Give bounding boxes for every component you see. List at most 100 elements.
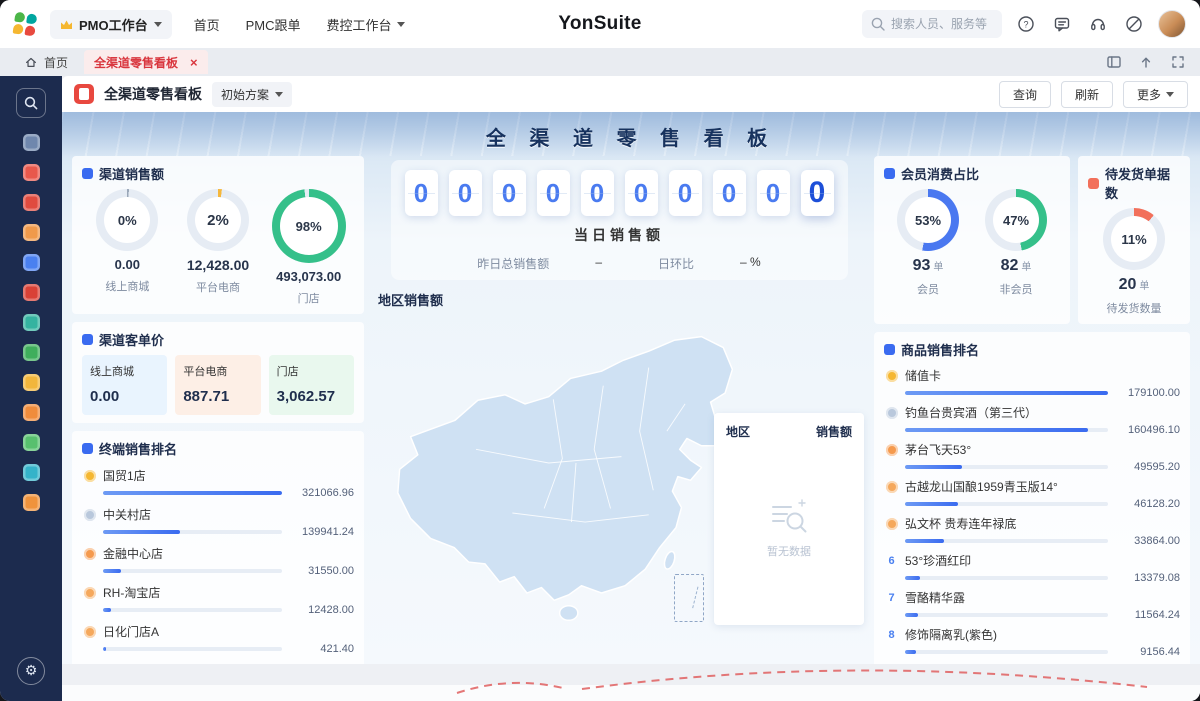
medal-icon — [885, 517, 898, 530]
user-avatar[interactable] — [1158, 10, 1186, 38]
sidebar-app-icon[interactable] — [22, 254, 40, 271]
gauge-label: 会员 — [917, 284, 939, 296]
rank-name: 53°珍酒红印 — [905, 554, 972, 568]
sidebar-app-icon[interactable] — [22, 134, 40, 151]
gauge-percent: 11% — [1121, 231, 1147, 247]
medal-icon — [885, 480, 898, 493]
sidebar-app-icon[interactable] — [22, 464, 40, 481]
bar-fill — [905, 539, 944, 543]
region-sales-title: 地区销售额 — [378, 293, 444, 308]
sidebar-search-icon[interactable] — [16, 88, 46, 118]
bar-fill — [905, 576, 921, 580]
topbar: PMO工作台 首页 PMC跟单 费控工作台 YonSuite ? — [0, 0, 1200, 48]
bar-fill — [905, 428, 1088, 432]
close-tab-icon[interactable]: × — [190, 56, 198, 69]
product-rank-list: 储值卡 179100.00 钓鱼台贵宾酒（第三代） 160496.10 茅台飞天… — [884, 365, 1180, 664]
rank-value: 31550.00 — [308, 565, 354, 577]
sidebar-app-icon[interactable] — [22, 374, 40, 391]
logo-dot — [14, 11, 26, 23]
gauge-count: 82 单 — [1000, 257, 1032, 274]
bar-track — [905, 428, 1108, 432]
sidebar-app-icon[interactable] — [22, 314, 40, 331]
pending-gauge: 11% 20 单 待发货数量 — [1088, 208, 1180, 316]
collapse-panel-icon[interactable] — [1106, 54, 1122, 70]
chevron-down-icon — [1166, 91, 1174, 97]
donut-chart: 2% — [187, 189, 249, 251]
nav-item-home[interactable]: 首页 — [194, 15, 220, 34]
rank-badge — [82, 586, 97, 600]
rank-name: 钓鱼台贵宾酒（第三代） — [905, 406, 1038, 420]
gauge-label: 线上商城 — [105, 281, 150, 293]
sidebar-app-icon[interactable] — [22, 494, 40, 511]
nav-item-expense[interactable]: 费控工作台 — [327, 15, 405, 34]
rank-number: 7 — [888, 591, 895, 604]
sidebar-app-icon[interactable] — [22, 434, 40, 451]
gauge-label: 非会员 — [999, 284, 1033, 296]
rank-name: 金融中心店 — [103, 547, 164, 561]
below-fold-strip — [62, 664, 1200, 701]
channel-gauges: 0% 0.00 线上商城 2% 12,428.00 平台电商 98% 493,0… — [82, 189, 354, 306]
rank-value: 49595.20 — [1134, 461, 1180, 473]
rank-badge: 8 — [884, 628, 899, 642]
feedback-chat-icon[interactable] — [1050, 12, 1074, 36]
topbar-actions: ? — [862, 10, 1186, 38]
logo-dot — [12, 23, 24, 35]
scheme-selector[interactable]: 初始方案 — [212, 81, 293, 107]
panel-icon — [82, 443, 93, 454]
counter-digit: 0 — [448, 170, 482, 216]
sidebar-app-icon[interactable] — [22, 344, 40, 361]
help-icon[interactable]: ? — [1014, 12, 1038, 36]
do-not-disturb-icon[interactable] — [1122, 12, 1146, 36]
bar-fill — [103, 569, 121, 573]
dod-ratio-label: 日环比 — [658, 257, 695, 271]
retail-dashboard: 全 渠 道 零 售 看 板 渠道销售额 0% 0.00 线上商城 2% 12,4… — [62, 112, 1200, 664]
price-card: 线上商城 0.00 — [82, 355, 168, 415]
medal-icon — [83, 469, 96, 482]
yonsuite-logo: YonSuite — [558, 13, 642, 34]
sidebar-app-icon[interactable] — [22, 194, 40, 211]
sidebar-app-icon[interactable] — [22, 404, 40, 421]
more-label: 更多 — [1136, 87, 1161, 102]
rank-name: 储值卡 — [905, 369, 942, 383]
yonyou-logo-icon[interactable] — [12, 11, 38, 37]
bar-fill — [905, 502, 958, 506]
rank-name: 修饰隔离乳(紫色) — [905, 628, 997, 642]
panel-channel-sales: 渠道销售额 0% 0.00 线上商城 2% 12,428.00 平台电商 98%… — [72, 156, 364, 314]
rank-badge — [82, 469, 97, 483]
rank-row: 6 53°珍酒红印 13379.08 — [884, 550, 1180, 587]
counter-label: 当日销售额 — [574, 227, 664, 243]
tab-retail-board[interactable]: 全渠道零售看板 × — [84, 50, 208, 74]
bar-track — [905, 576, 1108, 580]
counter-digit: 0 — [580, 170, 614, 216]
rank-value: 321066.96 — [302, 487, 354, 499]
bar-track — [905, 502, 1108, 506]
query-button[interactable]: 查询 — [998, 80, 1051, 108]
fullscreen-icon[interactable] — [1170, 54, 1186, 70]
chevron-down-icon — [275, 91, 284, 97]
medal-icon — [83, 625, 96, 638]
taiwan-island — [663, 550, 676, 570]
more-button[interactable]: 更多 — [1122, 80, 1188, 108]
rank-value: 9156.44 — [1140, 646, 1180, 658]
workspace-switcher[interactable]: PMO工作台 — [50, 9, 172, 39]
settings-gear-icon[interactable]: ⚙ — [17, 657, 45, 685]
share-up-icon[interactable] — [1138, 54, 1154, 70]
sidebar-app-list — [22, 134, 40, 511]
global-search[interactable] — [862, 10, 1002, 38]
counter-digit: 0 — [668, 170, 702, 216]
price-card-value: 0.00 — [90, 388, 120, 405]
tab-home[interactable]: 首页 — [14, 50, 78, 74]
rank-value: 46128.20 — [1134, 498, 1180, 510]
nav-item-pmc[interactable]: PMC跟单 — [246, 15, 301, 34]
main-content: 全渠道零售看板 初始方案 查询 刷新 更多 全 渠 道 零 售 看 板 渠道销售… — [62, 76, 1200, 701]
panel-title: 渠道销售额 — [99, 167, 165, 182]
sidebar-app-icon[interactable] — [22, 164, 40, 181]
support-headset-icon[interactable] — [1086, 12, 1110, 36]
gauge-label: 平台电商 — [196, 282, 240, 294]
refresh-button[interactable]: 刷新 — [1060, 80, 1113, 108]
chevron-down-icon — [153, 21, 162, 27]
search-input[interactable] — [891, 17, 991, 31]
channel-gauge: 98% 493,073.00 门店 — [263, 189, 354, 306]
sidebar-app-icon[interactable] — [22, 224, 40, 241]
sidebar-app-icon[interactable] — [22, 284, 40, 301]
